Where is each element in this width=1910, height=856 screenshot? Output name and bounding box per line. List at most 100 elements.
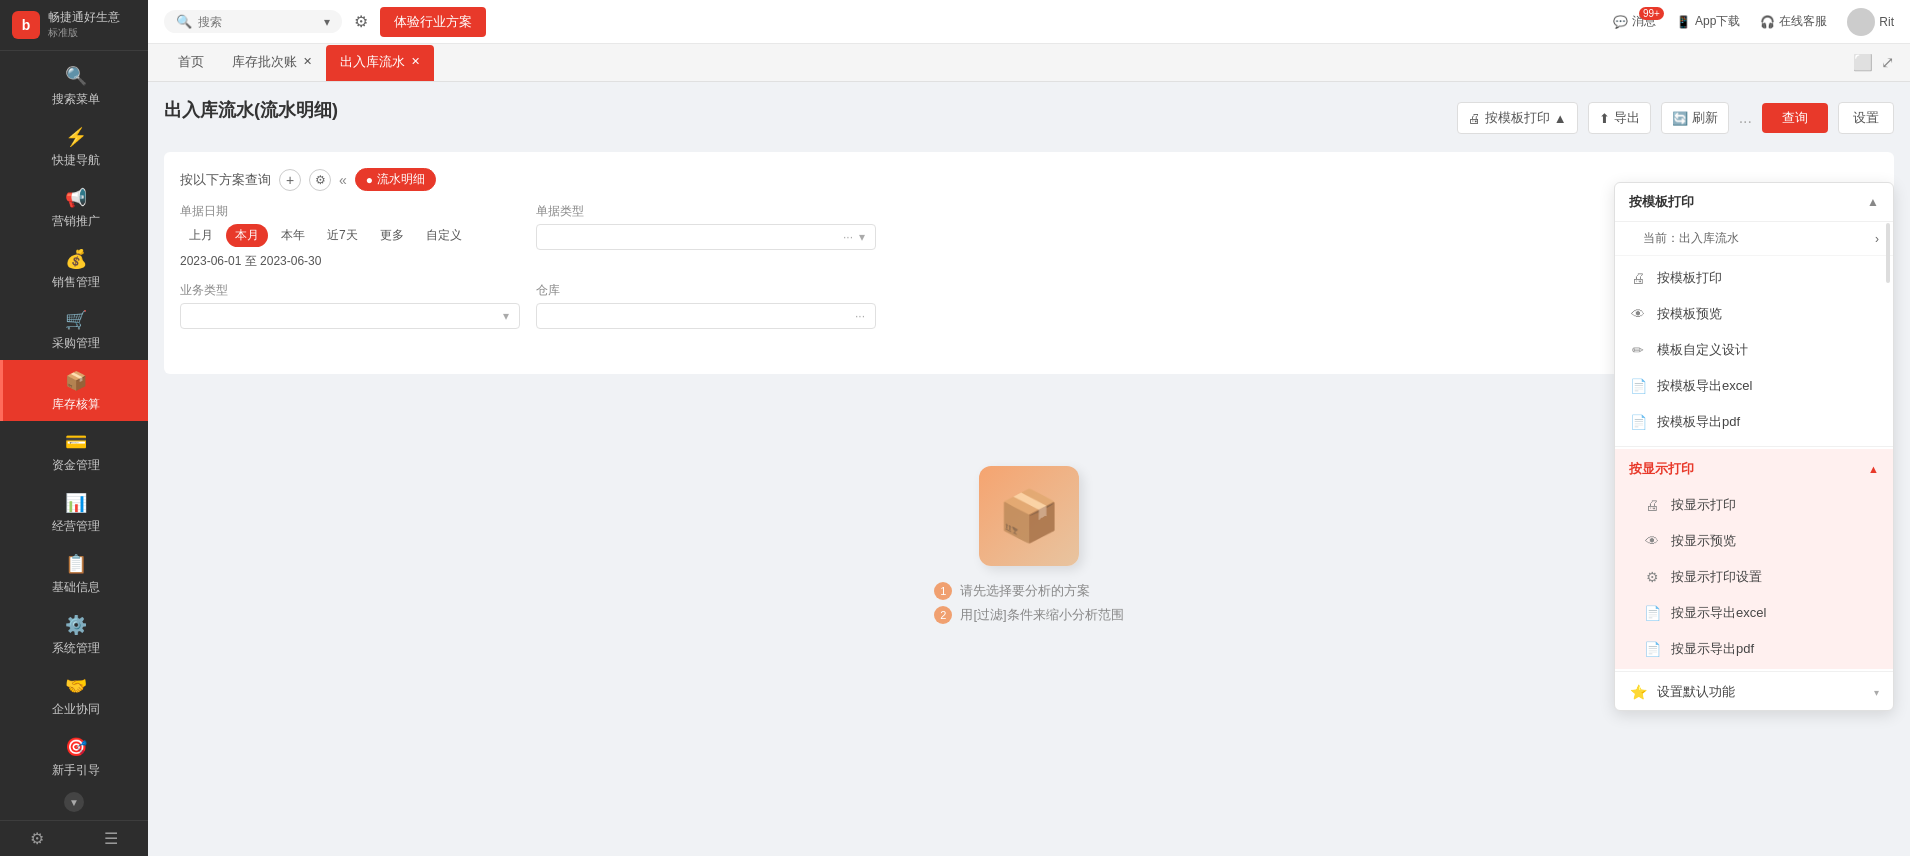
tab-home[interactable]: 首页 bbox=[164, 45, 218, 81]
dropdown-item-template-print[interactable]: 🖨 按模板打印 bbox=[1615, 260, 1893, 296]
tab-expand-icon[interactable]: ⤢ bbox=[1881, 53, 1894, 72]
print-collapse-icon: ▲ bbox=[1554, 111, 1567, 126]
dropdown-printer-icon: 🖨 bbox=[1629, 270, 1647, 286]
export-label: 导出 bbox=[1614, 109, 1640, 127]
print-template-btn[interactable]: 🖨 按模板打印 ▲ bbox=[1457, 102, 1578, 134]
tab-batch-close-icon[interactable]: ✕ bbox=[303, 55, 312, 68]
customer-service-btn[interactable]: 🎧 在线客服 bbox=[1760, 13, 1827, 30]
dropdown-item-display-print-label: 按显示打印 bbox=[1671, 496, 1736, 514]
refresh-btn[interactable]: 🔄 刷新 bbox=[1661, 102, 1729, 134]
shortcut-nav-icon: ⚡ bbox=[65, 126, 87, 148]
dropdown-item-template-excel[interactable]: 📄 按模板导出excel bbox=[1615, 368, 1893, 404]
dropdown-scrollbar[interactable] bbox=[1886, 223, 1890, 283]
print-dropdown-panel: 按模板打印 ▲ 当前：出入库流水 › 🖨 按模板打印 👁 按模板预览 ✏ 模板 bbox=[1614, 182, 1894, 711]
dropdown-item-set-default[interactable]: ⭐ 设置默认功能 ▾ bbox=[1615, 674, 1893, 710]
sidebar-item-operations[interactable]: 📊 经营管理 bbox=[0, 482, 148, 543]
dropdown-item-display-pdf[interactable]: 📄 按显示导出pdf bbox=[1615, 631, 1893, 667]
filter-tag-detail[interactable]: ● 流水明细 bbox=[355, 168, 436, 191]
topbar-search-box[interactable]: 🔍 ▾ bbox=[164, 10, 342, 33]
dropdown-item-template-custom-label: 模板自定义设计 bbox=[1657, 341, 1748, 359]
dropdown-item-display-print[interactable]: 🖨 按显示打印 bbox=[1615, 487, 1893, 523]
sidebar-item-purchase[interactable]: 🛒 采购管理 bbox=[0, 299, 148, 360]
search-nav-icon: 🔍 bbox=[65, 65, 87, 87]
date-btn-custom[interactable]: 自定义 bbox=[417, 224, 471, 247]
logo-icon: b bbox=[12, 11, 40, 39]
dropdown-item-template-pdf[interactable]: 📄 按模板导出pdf bbox=[1615, 404, 1893, 440]
dropdown-eye-icon-1: 👁 bbox=[1629, 306, 1647, 322]
dropdown-section-display-header[interactable]: 按显示打印 ▲ bbox=[1615, 451, 1893, 487]
sidebar-item-shortcut[interactable]: ⚡ 快捷导航 bbox=[0, 116, 148, 177]
empty-tip-1: 1 请先选择要分析的方案 bbox=[934, 582, 1123, 600]
export-btn[interactable]: ⬆ 导出 bbox=[1588, 102, 1651, 134]
date-range-inputs[interactable]: 2023-06-01 至 2023-06-30 bbox=[180, 253, 520, 270]
sidebar-item-basic-label: 基础信息 bbox=[52, 579, 100, 596]
sidebar-bottom: ⚙ ☰ bbox=[0, 820, 148, 856]
tab-batch-label: 库存批次账 bbox=[232, 53, 297, 71]
dropdown-item-set-default-chevron: ▾ bbox=[1874, 687, 1879, 698]
tab-window-controls: ⬜ ⤢ bbox=[1853, 53, 1894, 72]
topbar-search-dropdown-btn[interactable]: ▾ bbox=[324, 15, 330, 29]
sidebar-item-inventory[interactable]: 📦 库存核算 bbox=[0, 360, 148, 421]
filter-business-type-field: 业务类型 ▾ bbox=[180, 282, 520, 329]
topbar-gear-icon[interactable]: ⚙ bbox=[354, 12, 368, 31]
tab-restore-icon[interactable]: ⬜ bbox=[1853, 53, 1873, 72]
sidebar-item-finance[interactable]: 💳 资金管理 bbox=[0, 421, 148, 482]
trial-btn[interactable]: 体验行业方案 bbox=[380, 7, 486, 37]
dropdown-item-display-excel[interactable]: 📄 按显示导出excel bbox=[1615, 595, 1893, 631]
filter-collapse-btn[interactable]: « bbox=[339, 172, 347, 188]
sidebar-scroll-down-btn[interactable]: ▼ bbox=[64, 792, 84, 812]
filter-business-type-select[interactable]: ▾ bbox=[180, 303, 520, 329]
date-btn-last-month[interactable]: 上月 bbox=[180, 224, 222, 247]
user-avatar-btn[interactable]: Rit bbox=[1847, 8, 1894, 36]
topbar: 🔍 ▾ ⚙ 体验行业方案 💬 消息 99+ 📱 App下载 🎧 在线客服 Rit bbox=[148, 0, 1910, 44]
sidebar-menu-icon[interactable]: ☰ bbox=[104, 829, 118, 848]
filter-settings-btn[interactable]: ⚙ bbox=[309, 169, 331, 191]
inventory-nav-icon: 📦 bbox=[65, 370, 87, 392]
dropdown-excel-icon-2: 📄 bbox=[1643, 605, 1661, 621]
date-btn-last-7-days[interactable]: 近7天 bbox=[318, 224, 367, 247]
dropdown-collapse-icon[interactable]: ▲ bbox=[1867, 195, 1879, 209]
message-btn[interactable]: 💬 消息 99+ bbox=[1613, 13, 1656, 30]
sidebar-item-system[interactable]: ⚙️ 系统管理 bbox=[0, 604, 148, 665]
sidebar-item-purchase-label: 采购管理 bbox=[52, 335, 100, 352]
logo-text-group: 畅捷通好生意 标准版 bbox=[48, 10, 120, 40]
filter-business-type-dropdown-icon[interactable]: ▾ bbox=[503, 309, 509, 323]
operations-nav-icon: 📊 bbox=[65, 492, 87, 514]
date-btn-this-month[interactable]: 本月 bbox=[226, 224, 268, 247]
customer-service-label: 在线客服 bbox=[1779, 13, 1827, 30]
sidebar: b 畅捷通好生意 标准版 🔍 搜索菜单 ⚡ 快捷导航 📢 营销推广 💰 销售管理… bbox=[0, 0, 148, 856]
settings-btn[interactable]: 设置 bbox=[1838, 102, 1894, 134]
sidebar-item-sales[interactable]: 💰 销售管理 bbox=[0, 238, 148, 299]
empty-tips: 1 请先选择要分析的方案 2 用[过滤]条件来缩小分析范围 bbox=[934, 582, 1123, 624]
topbar-search-input[interactable] bbox=[198, 15, 318, 29]
sidebar-item-shortcut-label: 快捷导航 bbox=[52, 152, 100, 169]
sidebar-item-basic[interactable]: 📋 基础信息 bbox=[0, 543, 148, 604]
sidebar-item-guide[interactable]: 🎯 新手引导 bbox=[0, 726, 148, 784]
date-btn-this-year[interactable]: 本年 bbox=[272, 224, 314, 247]
app-download-btn[interactable]: 📱 App下载 bbox=[1676, 13, 1740, 30]
sidebar-item-inventory-label: 库存核算 bbox=[52, 396, 100, 413]
query-btn[interactable]: 查询 bbox=[1762, 103, 1828, 133]
dropdown-title: 按模板打印 bbox=[1629, 193, 1694, 211]
filter-bill-type-dropdown-icon[interactable]: ▾ bbox=[859, 230, 865, 244]
filter-add-btn[interactable]: + bbox=[279, 169, 301, 191]
sidebar-item-search[interactable]: 🔍 搜索菜单 bbox=[0, 55, 148, 116]
more-dots-btn[interactable]: ... bbox=[1739, 109, 1752, 127]
filter-bill-type-more-icon[interactable]: ··· bbox=[843, 230, 853, 244]
sidebar-item-marketing[interactable]: 📢 营销推广 bbox=[0, 177, 148, 238]
filter-warehouse-more-icon[interactable]: ··· bbox=[855, 309, 865, 323]
dropdown-item-display-preview[interactable]: 👁 按显示预览 bbox=[1615, 523, 1893, 559]
tab-flow[interactable]: 出入库流水 ✕ bbox=[326, 45, 434, 81]
filter-warehouse-select[interactable]: ··· bbox=[536, 303, 876, 329]
sidebar-item-collab[interactable]: 🤝 企业协同 bbox=[0, 665, 148, 726]
date-btn-more[interactable]: 更多 bbox=[371, 224, 413, 247]
dropdown-item-template-custom[interactable]: ✏ 模板自定义设计 bbox=[1615, 332, 1893, 368]
tab-flow-close-icon[interactable]: ✕ bbox=[411, 55, 420, 68]
dropdown-item-template-preview[interactable]: 👁 按模板预览 bbox=[1615, 296, 1893, 332]
sidebar-nav: 🔍 搜索菜单 ⚡ 快捷导航 📢 营销推广 💰 销售管理 🛒 采购管理 📦 库存核… bbox=[0, 51, 148, 784]
tab-batch[interactable]: 库存批次账 ✕ bbox=[218, 45, 326, 81]
sidebar-settings-icon[interactable]: ⚙ bbox=[30, 829, 44, 848]
dropdown-item-display-settings[interactable]: ⚙ 按显示打印设置 bbox=[1615, 559, 1893, 595]
dropdown-current-item[interactable]: 当前：出入库流水 › bbox=[1615, 222, 1893, 256]
filter-bill-type-select[interactable]: ··· ▾ bbox=[536, 224, 876, 250]
